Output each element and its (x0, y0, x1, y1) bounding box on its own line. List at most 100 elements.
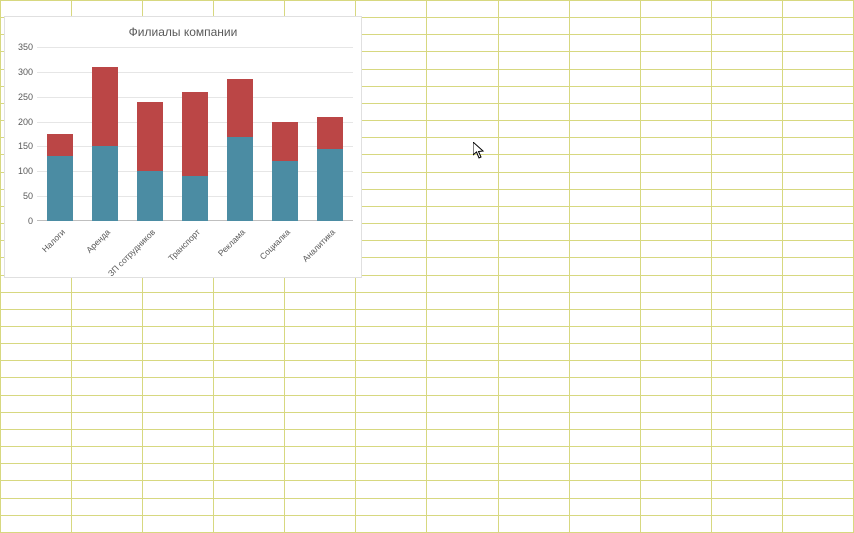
cell[interactable] (427, 52, 498, 69)
cell[interactable] (498, 241, 569, 258)
cell[interactable] (72, 378, 143, 395)
cell[interactable] (569, 292, 640, 309)
cell[interactable] (427, 258, 498, 275)
cell[interactable] (640, 515, 711, 532)
cell[interactable] (498, 1, 569, 18)
cell[interactable] (569, 206, 640, 223)
cell[interactable] (356, 189, 427, 206)
cell[interactable] (427, 344, 498, 361)
cell[interactable] (569, 326, 640, 343)
cell[interactable] (782, 498, 853, 515)
cell[interactable] (782, 52, 853, 69)
cell[interactable] (640, 395, 711, 412)
cell[interactable] (427, 103, 498, 120)
cell[interactable] (498, 498, 569, 515)
cell[interactable] (640, 69, 711, 86)
cell[interactable] (569, 464, 640, 481)
cell[interactable] (427, 361, 498, 378)
cell[interactable] (356, 481, 427, 498)
cell[interactable] (214, 292, 285, 309)
cell[interactable] (782, 18, 853, 35)
cell[interactable] (72, 361, 143, 378)
cell[interactable] (498, 86, 569, 103)
cell[interactable] (711, 344, 782, 361)
cell[interactable] (427, 275, 498, 292)
cell[interactable] (1, 429, 72, 446)
cell[interactable] (427, 138, 498, 155)
cell[interactable] (72, 481, 143, 498)
cell[interactable] (498, 481, 569, 498)
cell[interactable] (72, 344, 143, 361)
cell[interactable] (782, 224, 853, 241)
cell[interactable] (356, 498, 427, 515)
cell[interactable] (427, 224, 498, 241)
cell[interactable] (569, 52, 640, 69)
cell[interactable] (214, 515, 285, 532)
cell[interactable] (640, 1, 711, 18)
cell[interactable] (711, 1, 782, 18)
cell[interactable] (285, 412, 356, 429)
cell[interactable] (285, 464, 356, 481)
cell[interactable] (427, 498, 498, 515)
cell[interactable] (711, 326, 782, 343)
cell[interactable] (782, 69, 853, 86)
cell[interactable] (427, 464, 498, 481)
cell[interactable] (427, 35, 498, 52)
cell[interactable] (711, 138, 782, 155)
cell[interactable] (782, 464, 853, 481)
cell[interactable] (143, 326, 214, 343)
cell[interactable] (711, 18, 782, 35)
cell[interactable] (356, 18, 427, 35)
cell[interactable] (427, 18, 498, 35)
cell[interactable] (427, 1, 498, 18)
cell[interactable] (72, 429, 143, 446)
cell[interactable] (498, 69, 569, 86)
cell[interactable] (214, 378, 285, 395)
cell[interactable] (1, 498, 72, 515)
cell[interactable] (143, 344, 214, 361)
cell[interactable] (782, 206, 853, 223)
cell[interactable] (782, 378, 853, 395)
cell[interactable] (214, 498, 285, 515)
cell[interactable] (427, 447, 498, 464)
cell[interactable] (782, 103, 853, 120)
cell[interactable] (782, 121, 853, 138)
cell[interactable] (782, 86, 853, 103)
cell[interactable] (72, 447, 143, 464)
cell[interactable] (782, 447, 853, 464)
cell[interactable] (711, 258, 782, 275)
cell[interactable] (356, 309, 427, 326)
cell[interactable] (569, 275, 640, 292)
cell[interactable] (214, 481, 285, 498)
cell[interactable] (143, 498, 214, 515)
cell[interactable] (285, 395, 356, 412)
cell[interactable] (782, 361, 853, 378)
cell[interactable] (711, 309, 782, 326)
cell[interactable] (782, 395, 853, 412)
cell[interactable] (782, 515, 853, 532)
cell[interactable] (356, 69, 427, 86)
cell[interactable] (640, 464, 711, 481)
cell[interactable] (711, 206, 782, 223)
cell[interactable] (356, 361, 427, 378)
cell[interactable] (427, 326, 498, 343)
cell[interactable] (72, 292, 143, 309)
cell[interactable] (640, 35, 711, 52)
cell[interactable] (498, 103, 569, 120)
cell[interactable] (72, 395, 143, 412)
cell[interactable] (356, 378, 427, 395)
cell[interactable] (356, 464, 427, 481)
cell[interactable] (711, 189, 782, 206)
cell[interactable] (356, 515, 427, 532)
cell[interactable] (356, 1, 427, 18)
cell[interactable] (640, 103, 711, 120)
cell[interactable] (356, 326, 427, 343)
cell[interactable] (711, 447, 782, 464)
cell[interactable] (640, 429, 711, 446)
cell[interactable] (356, 103, 427, 120)
cell[interactable] (640, 309, 711, 326)
cell[interactable] (569, 121, 640, 138)
cell[interactable] (782, 412, 853, 429)
cell[interactable] (711, 412, 782, 429)
cell[interactable] (711, 292, 782, 309)
